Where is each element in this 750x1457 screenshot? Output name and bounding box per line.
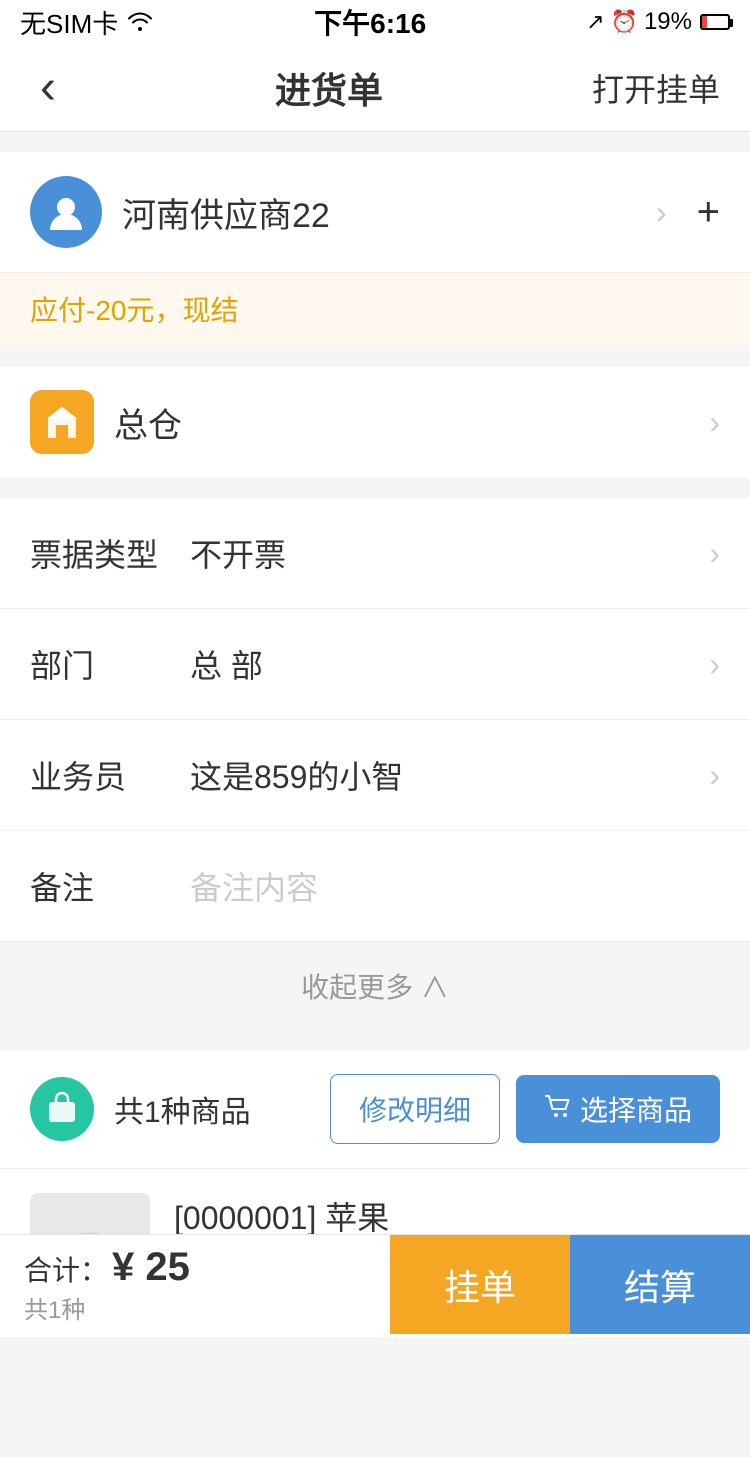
product-id: [0000001] (174, 1200, 325, 1236)
product-header: 共1种商品 修改明细 选择商品 (0, 1050, 750, 1169)
supplier-chevron-icon: › (656, 194, 667, 231)
invoice-row[interactable]: 票据类型 不开票 › (0, 498, 750, 609)
status-time: 下午6:16 (314, 2, 426, 42)
remark-label: 备注 (30, 863, 170, 909)
bottom-spacer (0, 1337, 750, 1457)
payment-warning: 应付-20元，现结 (0, 273, 750, 345)
sales-chevron-icon: › (709, 757, 720, 794)
cart-icon (544, 1093, 572, 1125)
divider-1 (0, 132, 750, 152)
open-pending-button[interactable]: 打开挂单 (592, 65, 720, 111)
total-label: 合计： (24, 1249, 108, 1289)
collapse-label: 收起更多 ∧ (301, 972, 449, 1003)
status-left: 无SIM卡 (20, 4, 154, 41)
add-supplier-button[interactable]: + (697, 190, 720, 235)
select-product-label: 选择商品 (580, 1089, 692, 1129)
dept-chevron-icon: › (709, 646, 720, 683)
supplier-section: 河南供应商22 › + 应付-20元，现结 (0, 152, 750, 345)
warehouse-chevron-icon: › (709, 404, 720, 441)
warehouse-row[interactable]: 总仓 › (0, 365, 750, 478)
collapse-bar[interactable]: 收起更多 ∧ (0, 941, 750, 1030)
sales-label: 业务员 (30, 752, 170, 798)
supplier-name: 河南供应商22 (122, 188, 656, 237)
sales-row[interactable]: 业务员 这是859的小智 › (0, 720, 750, 831)
product-title: 苹果 (325, 1200, 389, 1236)
select-product-button[interactable]: 选择商品 (516, 1075, 720, 1143)
location-icon: ↗ (586, 9, 604, 35)
checkout-button[interactable]: 结算 (570, 1235, 750, 1334)
invoice-label: 票据类型 (30, 530, 170, 576)
battery-icon (700, 14, 730, 30)
wifi-icon (126, 7, 154, 38)
remark-row[interactable]: 备注 备注内容 (0, 831, 750, 941)
edit-detail-button[interactable]: 修改明细 (330, 1074, 500, 1144)
pend-button[interactable]: 挂单 (390, 1235, 570, 1334)
warehouse-label: 总仓 (114, 398, 709, 447)
product-name: [0000001] 苹果 (174, 1193, 658, 1239)
dept-label: 部门 (30, 641, 170, 687)
dept-row[interactable]: 部门 总 部 › (0, 609, 750, 720)
supplier-avatar (30, 176, 102, 248)
alarm-icon: ⏰ (611, 9, 638, 35)
warehouse-section: 总仓 › (0, 365, 750, 478)
nav-bar: ‹ 进货单 打开挂单 (0, 44, 750, 132)
product-icon (30, 1077, 94, 1141)
product-count: 共1种商品 (114, 1087, 330, 1131)
sales-value: 这是859的小智 (170, 752, 709, 798)
status-bar: 无SIM卡 下午6:16 ↗ ⏰ 19% (0, 0, 750, 44)
supplier-row-right: › + (656, 190, 720, 235)
supplier-row[interactable]: 河南供应商22 › + (0, 152, 750, 273)
carrier-label: 无SIM卡 (20, 4, 118, 41)
page-title: 进货单 (275, 62, 383, 114)
back-button[interactable]: ‹ (30, 50, 66, 125)
dept-value: 总 部 (170, 641, 709, 687)
form-section: 票据类型 不开票 › 部门 总 部 › 业务员 这是859的小智 › 备注 备注… (0, 498, 750, 941)
total-amount: ¥ 25 (112, 1245, 190, 1290)
status-right: ↗ ⏰ 19% (586, 8, 730, 36)
warehouse-icon (30, 390, 94, 454)
battery-label: 19% (644, 8, 692, 36)
bottom-bar: 合计： ¥ 25 共1种 挂单 结算 (0, 1234, 750, 1334)
total-count: 共1种 (24, 1290, 366, 1325)
total-section: 合计： ¥ 25 共1种 (0, 1235, 390, 1334)
invoice-chevron-icon: › (709, 535, 720, 572)
invoice-value: 不开票 (170, 530, 709, 576)
remark-input[interactable]: 备注内容 (170, 863, 720, 909)
